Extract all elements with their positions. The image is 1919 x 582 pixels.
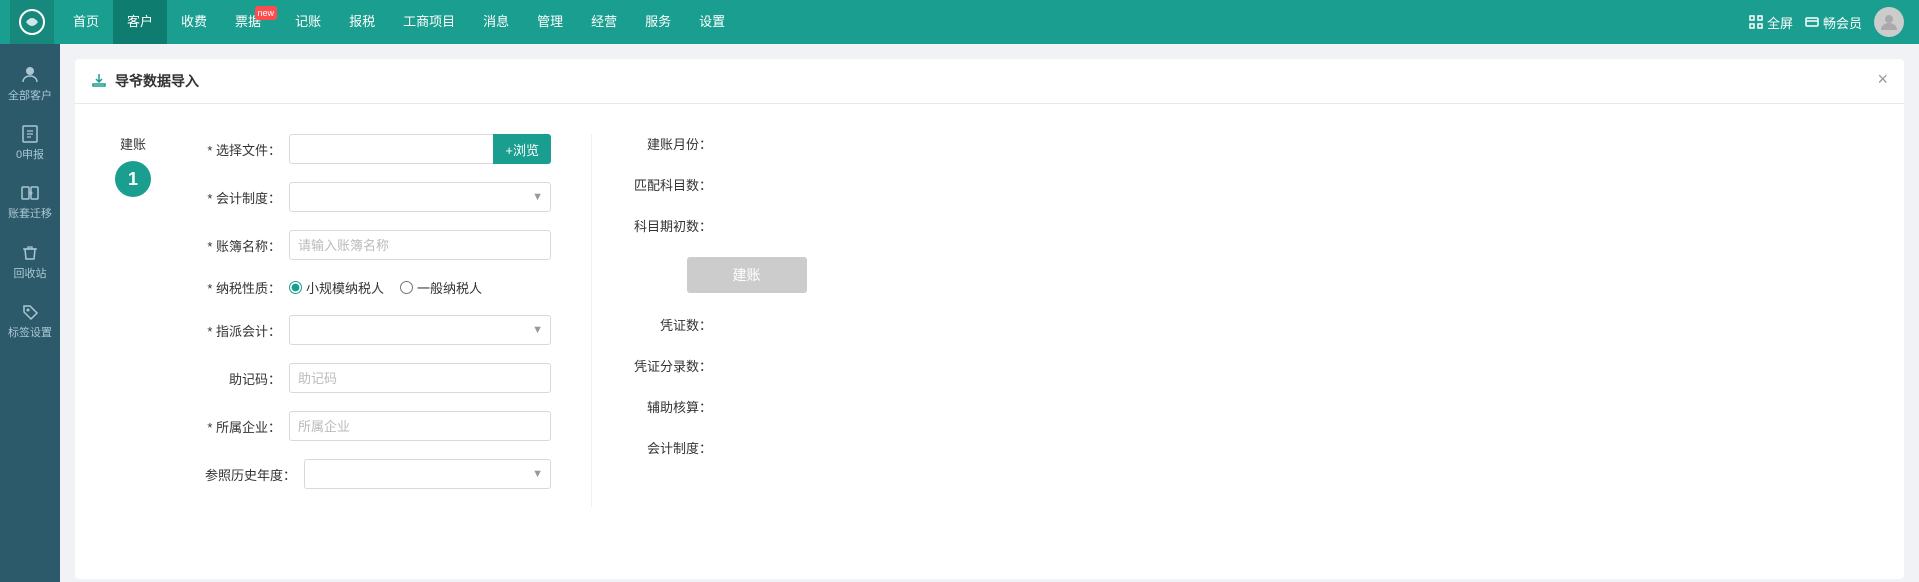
step-label: 建账 xyxy=(120,134,146,153)
import-panel: 导爷数据导入 × 建账 1 * 选择文件： +浏览 xyxy=(75,59,1904,579)
nav-item-services[interactable]: 服务 xyxy=(631,0,685,44)
sidebar-item-all-customers[interactable]: 全部客户 xyxy=(0,54,60,111)
assign-accountant-label: * 指派会计： xyxy=(201,321,281,340)
sidebar-label-all-customers: 全部客户 xyxy=(8,90,52,103)
sidebar-label-tag-settings: 标签设置 xyxy=(8,327,52,340)
tax-type-row: * 纳税性质： 小规模纳税人 一般纳税人 xyxy=(201,278,551,297)
file-label: * 选择文件： xyxy=(201,140,281,159)
file-input-group: +浏览 xyxy=(289,134,551,164)
migrate-icon xyxy=(19,182,41,204)
nav-item-management[interactable]: 管理 xyxy=(523,0,577,44)
nav-item-messages[interactable]: 消息 xyxy=(469,0,523,44)
file-input[interactable] xyxy=(289,134,493,164)
assign-accountant-row: * 指派会计： ▼ xyxy=(201,315,551,345)
match-subjects-row: 匹配科目数： xyxy=(622,175,871,194)
step-circle: 1 xyxy=(115,161,151,197)
vouchers-label: 凭证数： xyxy=(622,315,712,334)
radio-general-taxpayer[interactable]: 一般纳税人 xyxy=(400,278,482,297)
sidebar-item-tag-settings[interactable]: 标签设置 xyxy=(0,291,60,348)
sidebar-label-trash: 回收站 xyxy=(14,268,47,281)
account-month-row: 建账月份： xyxy=(622,134,871,153)
radio-small-taxpayer[interactable]: 小规模纳税人 xyxy=(289,278,384,297)
tax-type-radio-group: 小规模纳税人 一般纳税人 xyxy=(289,278,551,297)
voucher-entries-row: 凭证分录数： xyxy=(622,356,871,375)
step-indicator: 建账 1 xyxy=(115,134,151,507)
tag-icon xyxy=(19,301,41,323)
browse-button[interactable]: +浏览 xyxy=(493,134,551,164)
vouchers-row: 凭证数： xyxy=(622,315,871,334)
panel-header: 导爷数据导入 xyxy=(75,59,1904,104)
accounting-system-select-wrap: ▼ xyxy=(289,182,551,212)
sidebar-label-account-migration: 账套迁移 xyxy=(8,208,52,221)
file-row: * 选择文件： +浏览 xyxy=(201,134,551,164)
panel-close-button[interactable]: × xyxy=(1877,69,1888,90)
history-year-select-wrap: ▼ xyxy=(304,459,551,489)
nav-item-business[interactable]: 工商项目 xyxy=(389,0,469,44)
accounting-system-row: * 会计制度： ▼ xyxy=(201,182,551,212)
history-year-select[interactable] xyxy=(304,459,551,489)
sidebar-item-trash[interactable]: 回收站 xyxy=(0,232,60,289)
assign-accountant-select[interactable] xyxy=(289,315,551,345)
accounting-system-info-label: 会计制度： xyxy=(622,438,712,457)
auxiliary-accounting-row: 辅助核算： xyxy=(622,397,871,416)
match-subjects-label: 匹配科目数： xyxy=(622,175,712,194)
report-icon xyxy=(19,123,41,145)
nav-item-customers[interactable]: 客户 xyxy=(113,0,167,44)
membership-button[interactable]: 畅会员 xyxy=(1805,13,1862,32)
logo[interactable] xyxy=(10,0,54,44)
account-month-label: 建账月份： xyxy=(622,134,712,153)
form-right: 建账月份： 匹配科目数： 科目期初数： 建账 xyxy=(591,134,871,507)
nav-item-settings[interactable]: 设置 xyxy=(685,0,739,44)
auxiliary-accounting-label: 辅助核算： xyxy=(622,397,712,416)
nav-item-operations[interactable]: 经营 xyxy=(577,0,631,44)
new-badge: new xyxy=(255,6,278,20)
build-btn-wrap: 建账 xyxy=(622,257,871,293)
nav-right: 全屏 畅会员 xyxy=(1749,7,1919,37)
build-account-button[interactable]: 建账 xyxy=(687,257,807,293)
nav-item-fees[interactable]: 收费 xyxy=(167,0,221,44)
voucher-entries-label: 凭证分录数： xyxy=(622,356,712,375)
history-year-row: 参照历史年度： ▼ xyxy=(201,459,551,489)
affiliated-company-label: * 所属企业： xyxy=(201,417,281,436)
memo-input[interactable] xyxy=(289,363,551,393)
radio-small-taxpayer-label: 小规模纳税人 xyxy=(306,278,384,297)
subject-initial-label: 科目期初数： xyxy=(622,216,712,235)
nav-item-accounts[interactable]: 记账 xyxy=(281,0,335,44)
import-icon xyxy=(91,72,107,91)
affiliated-company-row: * 所属企业： xyxy=(201,411,551,441)
user-avatar[interactable] xyxy=(1874,7,1904,37)
nav-item-tax[interactable]: 报税 xyxy=(335,0,389,44)
sidebar-item-account-migration[interactable]: 账套迁移 xyxy=(0,172,60,229)
ledger-name-input[interactable] xyxy=(289,230,551,260)
sidebar-label-declarations: 0申报 xyxy=(16,149,44,162)
form-area: 建账 1 * 选择文件： +浏览 * 会计制度： xyxy=(75,104,1904,537)
nav-menu: 首页 客户 收费 票据 new 记账 报税 工商项目 消息 管理 经营 服务 设… xyxy=(59,0,739,44)
tax-type-label: * 纳税性质： xyxy=(201,278,281,297)
assign-accountant-select-wrap: ▼ xyxy=(289,315,551,345)
trash-icon xyxy=(19,242,41,264)
main-layout: 全部客户 0申报 账套迁移 回收站 标签设置 xyxy=(0,44,1919,582)
panel-title: 导爷数据导入 xyxy=(115,71,199,91)
accounting-system-select[interactable] xyxy=(289,182,551,212)
accounting-system-label: * 会计制度： xyxy=(201,188,281,207)
nav-item-invoices[interactable]: 票据 new xyxy=(221,0,281,44)
affiliated-company-input[interactable] xyxy=(289,411,551,441)
accounting-system-info-row: 会计制度： xyxy=(622,438,871,457)
main-content: 导爷数据导入 × 建账 1 * 选择文件： +浏览 xyxy=(60,44,1919,582)
nav-item-home[interactable]: 首页 xyxy=(59,0,113,44)
form-left: * 选择文件： +浏览 * 会计制度： ▼ xyxy=(201,134,551,507)
fullscreen-button[interactable]: 全屏 xyxy=(1749,13,1793,32)
person-icon xyxy=(19,64,41,86)
sidebar-item-declarations[interactable]: 0申报 xyxy=(0,113,60,170)
top-navigation: 首页 客户 收费 票据 new 记账 报税 工商项目 消息 管理 经营 服务 设… xyxy=(0,0,1919,44)
subject-initial-row: 科目期初数： xyxy=(622,216,871,235)
sidebar: 全部客户 0申报 账套迁移 回收站 标签设置 xyxy=(0,44,60,582)
memo-row: 助记码： xyxy=(201,363,551,393)
radio-general-taxpayer-label: 一般纳税人 xyxy=(417,278,482,297)
ledger-name-row: * 账簿名称： xyxy=(201,230,551,260)
memo-label: 助记码： xyxy=(201,369,281,388)
ledger-name-label: * 账簿名称： xyxy=(201,236,281,255)
history-year-label: 参照历史年度： xyxy=(201,465,296,484)
